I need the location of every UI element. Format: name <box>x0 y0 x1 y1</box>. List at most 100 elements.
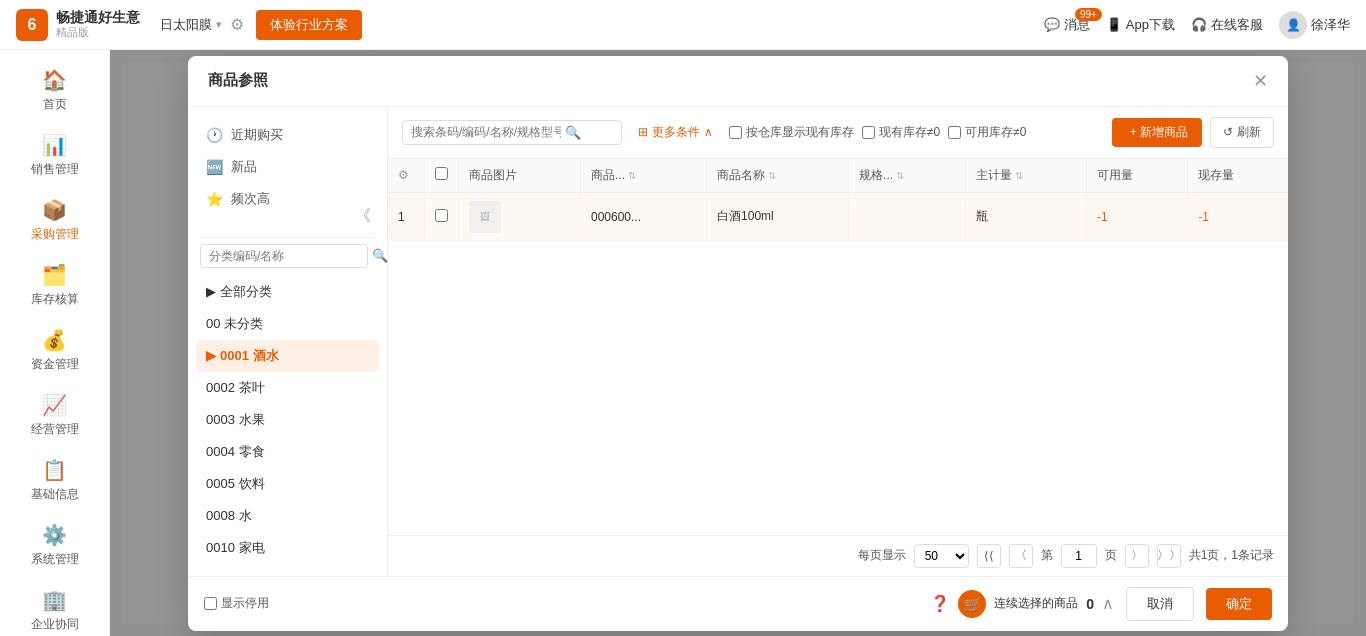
left-nav-label-new: 新品 <box>231 158 257 176</box>
left-nav-freq[interactable]: ⭐ 频次高 <box>196 183 355 215</box>
th-name: 商品名称 ⇅ <box>707 159 849 193</box>
product-search-input[interactable] <box>411 125 561 139</box>
new-product-button[interactable]: + 新增商品 <box>1112 118 1202 147</box>
branch-selector[interactable]: 日太阳膜 ▾ <box>160 16 222 34</box>
checkbox-available-not-zero[interactable]: 可用库存≠0 <box>948 124 1026 141</box>
sidebar-label-purchase: 采购管理 <box>31 226 79 243</box>
show-disabled-checkbox-label[interactable]: 显示停用 <box>204 595 269 612</box>
app-label: App下载 <box>1126 16 1175 34</box>
cart-button[interactable]: 🛒 <box>958 590 986 618</box>
available-not-zero-checkbox[interactable] <box>948 126 961 139</box>
branch-name: 日太阳膜 <box>160 16 212 34</box>
category-item-0004[interactable]: 0004 零食 <box>196 436 379 468</box>
category-item-0010[interactable]: 0010 家电 <box>196 532 379 564</box>
search-icon[interactable]: 🔍 <box>372 248 388 263</box>
category-item-all[interactable]: ▶全部分类 <box>196 276 379 308</box>
page-number-input[interactable] <box>1061 544 1097 568</box>
sidebar-item-system[interactable]: ⚙️ 系统管理 <box>0 513 109 578</box>
operation-icon: 📈 <box>42 393 67 417</box>
by-warehouse-checkbox[interactable] <box>729 126 742 139</box>
category-label: 0001 酒水 <box>220 347 279 365</box>
sidebar-item-finance[interactable]: 💰 资金管理 <box>0 318 109 383</box>
category-item-0003[interactable]: 0003 水果 <box>196 404 379 436</box>
category-item-0002[interactable]: 0002 茶叶 <box>196 372 379 404</box>
refresh-button[interactable]: ↺ 刷新 <box>1210 117 1274 148</box>
last-page-button[interactable]: 〉〉 <box>1157 544 1181 568</box>
collapse-panel-button[interactable]: 《 <box>355 206 371 227</box>
table-toolbar: 🔍 ⊞ 更多条件 ∧ 按仓库显示现有库存 <box>388 107 1288 159</box>
cell-code: 000600... <box>580 192 706 241</box>
stock-not-zero-checkbox[interactable] <box>862 126 875 139</box>
logo-area: 6 畅捷通好生意 精品版 <box>16 9 140 41</box>
filter-button[interactable]: ⊞ 更多条件 ∧ <box>630 120 721 145</box>
service-button[interactable]: 🎧 在线客服 <box>1191 16 1263 34</box>
th-image: 商品图片 <box>458 159 580 193</box>
category-search-input[interactable] <box>200 244 368 268</box>
left-nav-new[interactable]: 🆕 新品 <box>196 151 355 183</box>
sidebar-item-sales[interactable]: 📊 销售管理 <box>0 123 109 188</box>
checkbox-by-warehouse[interactable]: 按仓库显示现有库存 <box>729 124 854 141</box>
prev-page-button[interactable]: 〈 <box>1009 544 1033 568</box>
category-item-0001[interactable]: ▶ 0001 酒水 <box>196 340 379 372</box>
row-checkbox[interactable] <box>435 209 448 222</box>
cell-unit: 瓶 <box>966 192 1087 241</box>
sidebar-item-purchase[interactable]: 📦 采购管理 <box>0 188 109 253</box>
th-spec: 规格... ⇅ <box>849 159 966 193</box>
new-product-label: + 新增商品 <box>1130 124 1188 141</box>
th-available: 可用量 <box>1086 159 1187 193</box>
category-item-00[interactable]: 00 未分类 <box>196 308 379 340</box>
cta-button[interactable]: 体验行业方案 <box>256 10 362 40</box>
sidebar-item-operation[interactable]: 📈 经营管理 <box>0 383 109 448</box>
help-icon[interactable]: ❓ <box>930 594 950 613</box>
first-page-button[interactable]: ⟨⟨ <box>977 544 1001 568</box>
sort-icon: ⇅ <box>768 170 776 181</box>
sidebar-label-corp: 企业协同 <box>31 616 79 633</box>
table-row[interactable]: 1 🖼 000600... 白酒100ml 瓶 -1 -1 <box>388 192 1288 241</box>
user-menu[interactable]: 👤 徐泽华 <box>1279 11 1350 39</box>
right-panel: 🔍 ⊞ 更多条件 ∧ 按仓库显示现有库存 <box>388 107 1288 576</box>
cell-checkbox[interactable] <box>424 192 458 241</box>
sidebar-label-operation: 经营管理 <box>31 421 79 438</box>
left-nav-recent[interactable]: 🕐 近期购买 <box>196 119 355 151</box>
arrow-icon: ▶ <box>206 348 216 363</box>
filter-label: 更多条件 <box>652 124 700 141</box>
page-size-select[interactable]: 10 20 50 100 <box>914 544 969 568</box>
close-button[interactable]: ✕ <box>1253 70 1268 92</box>
app-icon: 📱 <box>1106 17 1122 32</box>
sidebar-item-basic[interactable]: 📋 基础信息 <box>0 448 109 513</box>
app-download-button[interactable]: 📱 App下载 <box>1106 16 1175 34</box>
page-suffix: 页 <box>1105 547 1117 564</box>
sidebar-item-inventory[interactable]: 🗂️ 库存核算 <box>0 253 109 318</box>
checkbox-stock-not-zero[interactable]: 现有库存≠0 <box>862 124 940 141</box>
chevron-up-icon: ∧ <box>704 125 713 139</box>
page-label: 第 <box>1041 547 1053 564</box>
purchase-icon: 📦 <box>42 198 67 222</box>
category-label: 0003 水果 <box>206 411 265 429</box>
select-all-checkbox[interactable] <box>435 167 448 180</box>
search-icon[interactable]: 🔍 <box>565 125 581 140</box>
table-body: 1 🖼 000600... 白酒100ml 瓶 -1 -1 <box>388 192 1288 241</box>
page-size-label: 每页显示 <box>858 547 906 564</box>
user-name: 徐泽华 <box>1311 16 1350 34</box>
gear-icon[interactable]: ⚙ <box>230 15 244 34</box>
category-item-0008[interactable]: 0008 水 <box>196 500 379 532</box>
th-gear[interactable]: ⚙ <box>388 159 424 193</box>
confirm-button[interactable]: 确定 <box>1206 588 1272 620</box>
logo-icon: 6 <box>16 9 48 41</box>
category-label: 0005 饮料 <box>206 475 265 493</box>
category-item-0005[interactable]: 0005 饮料 <box>196 468 379 500</box>
next-page-button[interactable]: 〉 <box>1125 544 1149 568</box>
cancel-button[interactable]: 取消 <box>1126 587 1194 621</box>
sidebar-item-home[interactable]: 🏠 首页 <box>0 58 109 123</box>
cell-spec <box>849 192 966 241</box>
sidebar-item-corp[interactable]: 🏢 企业协同 <box>0 578 109 636</box>
message-button[interactable]: 💬 消息 99+ <box>1044 16 1090 34</box>
collapse-cart-icon[interactable]: ∧ <box>1102 594 1114 613</box>
show-disabled-checkbox[interactable] <box>204 597 217 610</box>
recent-icon: 🕐 <box>206 127 223 143</box>
finance-icon: 💰 <box>42 328 67 352</box>
chevron-down-icon: ▾ <box>216 18 222 31</box>
quick-nav: 🕐 近期购买 🆕 新品 ⭐ 频次高 <box>196 119 355 215</box>
show-disabled-label: 显示停用 <box>221 595 269 612</box>
modal-dialog: 商品参照 ✕ 🕐 近期购买 🆕 新品 ⭐ 频次高 《 <box>188 56 1288 631</box>
